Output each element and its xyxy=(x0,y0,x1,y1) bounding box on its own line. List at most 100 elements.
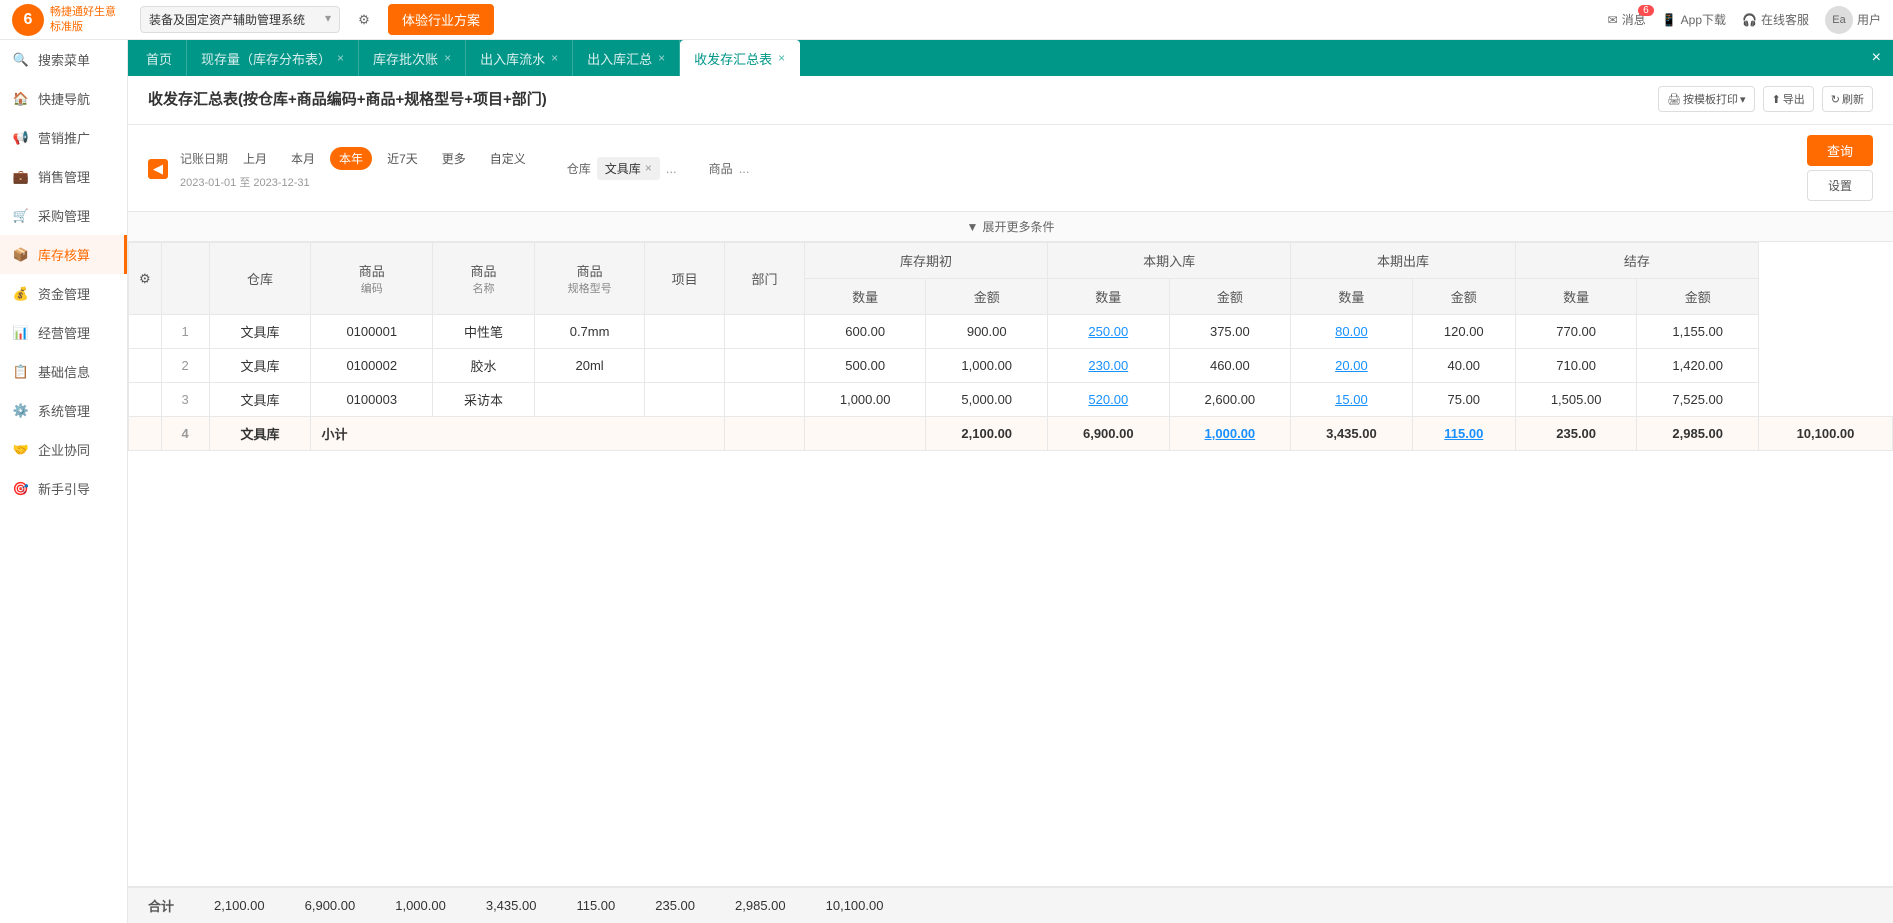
sidebar-item-purchase[interactable]: 🛒采购管理 xyxy=(0,196,127,235)
row-out-qty[interactable]: 115.00 xyxy=(1412,417,1515,451)
row-code: 0100003 xyxy=(311,383,433,417)
row-open-amt: 1,000.00 xyxy=(926,349,1048,383)
goods-filter-label: 商品 xyxy=(709,160,733,177)
row-open-amt: 6,900.00 xyxy=(1048,417,1170,451)
footer-in-qty: 1,000.00 xyxy=(395,898,446,913)
date-btn-this-year[interactable]: 本年 xyxy=(330,147,372,170)
date-btn-more[interactable]: 更多 xyxy=(433,147,475,170)
sidebar-item-guide[interactable]: 🎯新手引导 xyxy=(0,469,127,508)
sidebar-item-inventory[interactable]: 📦库存核算 xyxy=(0,235,127,274)
tab-inout-flow[interactable]: 出入库流水× xyxy=(466,40,573,76)
tab-close-inout-flow[interactable]: × xyxy=(551,51,558,65)
row-out-amt: 120.00 xyxy=(1412,315,1515,349)
tab-home[interactable]: 首页 xyxy=(132,40,187,76)
date-btn-last-month[interactable]: 上月 xyxy=(234,147,276,170)
table-footer: 合计 2,100.00 6,900.00 1,000.00 3,435.00 1… xyxy=(128,886,1893,923)
tab-stock-dist[interactable]: 现存量（库存分布表）× xyxy=(187,40,359,76)
query-button[interactable]: 查询 xyxy=(1807,135,1873,166)
sidebar-item-basic-info[interactable]: 📋基础信息 xyxy=(0,352,127,391)
sidebar-item-system[interactable]: ⚙️系统管理 xyxy=(0,391,127,430)
row-spec: 20ml xyxy=(534,349,644,383)
row-in-amt: 375.00 xyxy=(1169,315,1291,349)
sidebar-item-sales[interactable]: 💼销售管理 xyxy=(0,157,127,196)
th-settings[interactable]: ⚙ xyxy=(129,243,162,315)
row-project xyxy=(645,383,725,417)
row-settings[interactable] xyxy=(129,417,162,451)
tab-inout-summary[interactable]: 出入库汇总× xyxy=(573,40,680,76)
date-btn-this-month[interactable]: 本月 xyxy=(282,147,324,170)
row-spec xyxy=(534,383,644,417)
tab-close-inout-summary[interactable]: × xyxy=(658,51,665,65)
row-department xyxy=(725,383,805,417)
tab-close-recv-send[interactable]: × xyxy=(778,51,785,65)
row-open-qty: 500.00 xyxy=(804,349,926,383)
logo-icon: 6 xyxy=(12,4,44,36)
row-warehouse: 文具库 xyxy=(209,383,311,417)
tabs-bar: 首页现存量（库存分布表）×库存批次账×出入库流水×出入库汇总×收发存汇总表× × xyxy=(128,40,1893,76)
th-open-qty: 数量 xyxy=(804,279,926,315)
th-product-code: 商品编码 xyxy=(311,243,433,315)
th-project: 项目 xyxy=(645,243,725,315)
refresh-button[interactable]: ↻ 刷新 xyxy=(1822,86,1873,112)
row-in-qty[interactable]: 250.00 xyxy=(1048,315,1170,349)
row-settings[interactable] xyxy=(129,315,162,349)
sidebar-item-finance[interactable]: 💰资金管理 xyxy=(0,274,127,313)
row-department xyxy=(725,315,805,349)
warehouse-tag[interactable]: 文具库 × xyxy=(597,157,660,180)
row-out-amt: 75.00 xyxy=(1412,383,1515,417)
refresh-icon: ↻ xyxy=(1831,93,1840,106)
tab-close-batch[interactable]: × xyxy=(444,51,451,65)
enterprise-icon: 🤝 xyxy=(12,441,30,459)
row-department xyxy=(804,417,926,451)
app-download-button[interactable]: 📱 App下载 xyxy=(1662,11,1726,28)
footer-open-qty: 2,100.00 xyxy=(214,898,265,913)
sidebar-item-marketing[interactable]: 📢营销推广 xyxy=(0,118,127,157)
online-support-button[interactable]: 🎧 在线客服 xyxy=(1742,11,1809,28)
tab-recv-send[interactable]: 收发存汇总表× xyxy=(680,40,800,76)
row-close-qty: 770.00 xyxy=(1515,315,1637,349)
close-all-tabs-button[interactable]: × xyxy=(1864,49,1889,67)
th-warehouse: 仓库 xyxy=(209,243,311,315)
goods-filter-dots[interactable]: ... xyxy=(739,161,750,176)
tab-close-stock-dist[interactable]: × xyxy=(337,51,344,65)
row-out-qty[interactable]: 20.00 xyxy=(1291,349,1413,383)
tab-batch[interactable]: 库存批次账× xyxy=(359,40,466,76)
row-department xyxy=(725,349,805,383)
row-code: 0100001 xyxy=(311,315,433,349)
row-in-qty[interactable]: 520.00 xyxy=(1048,383,1170,417)
messages-button[interactable]: ✉ 消息 6 xyxy=(1608,11,1646,28)
row-subtotal-label: 小计 xyxy=(311,417,725,451)
date-btn-7days[interactable]: 近7天 xyxy=(378,147,427,170)
row-out-qty[interactable]: 80.00 xyxy=(1291,315,1413,349)
row-settings[interactable] xyxy=(129,349,162,383)
row-open-qty: 2,100.00 xyxy=(926,417,1048,451)
row-in-qty[interactable]: 1,000.00 xyxy=(1169,417,1291,451)
settings-small-button[interactable]: 设置 xyxy=(1807,170,1873,201)
sidebar-item-search[interactable]: 🔍搜索菜单 xyxy=(0,40,127,79)
table-row: 4 文具库 小计 2,100.00 6,900.00 1,000.00 3,43… xyxy=(129,417,1893,451)
sidebar-item-enterprise[interactable]: 🤝企业协同 xyxy=(0,430,127,469)
export-button[interactable]: ⬆ 导出 xyxy=(1763,86,1814,112)
date-btn-custom[interactable]: 自定义 xyxy=(481,147,535,170)
warehouse-filter-dots[interactable]: ... xyxy=(666,161,677,176)
system-title-dropdown[interactable]: 装备及固定资产辅助管理系统 ▾ xyxy=(140,6,340,33)
row-settings[interactable] xyxy=(129,383,162,417)
row-in-qty[interactable]: 230.00 xyxy=(1048,349,1170,383)
print-template-button[interactable]: 🖨 按模板打印 ▾ xyxy=(1658,86,1755,112)
sidebar-item-quick-nav[interactable]: 🏠快捷导航 xyxy=(0,79,127,118)
th-in-qty: 数量 xyxy=(1048,279,1170,315)
filter-collapse-btn[interactable]: ◀ xyxy=(148,159,168,179)
row-out-qty[interactable]: 15.00 xyxy=(1291,383,1413,417)
export-icon: ⬆ xyxy=(1772,93,1781,106)
user-button[interactable]: Ea 用户 xyxy=(1825,6,1881,34)
settings-icon[interactable]: ⚙ xyxy=(348,4,380,36)
quick-nav-icon: 🏠 xyxy=(12,90,30,108)
row-out-amt: 40.00 xyxy=(1412,349,1515,383)
main-table-container: ⚙ 仓库 商品编码 商品名称 商品规格型号 项目 部门 库存期初 本期入库 本期… xyxy=(128,242,1893,886)
th-product-name: 商品名称 xyxy=(433,243,535,315)
trial-button[interactable]: 体验行业方案 xyxy=(388,4,494,35)
expand-conditions-btn[interactable]: ▼ 展开更多条件 xyxy=(967,218,1055,235)
row-warehouse: 文具库 xyxy=(209,315,311,349)
warehouse-tag-close[interactable]: × xyxy=(645,161,652,175)
sidebar-item-operations[interactable]: 📊经营管理 xyxy=(0,313,127,352)
